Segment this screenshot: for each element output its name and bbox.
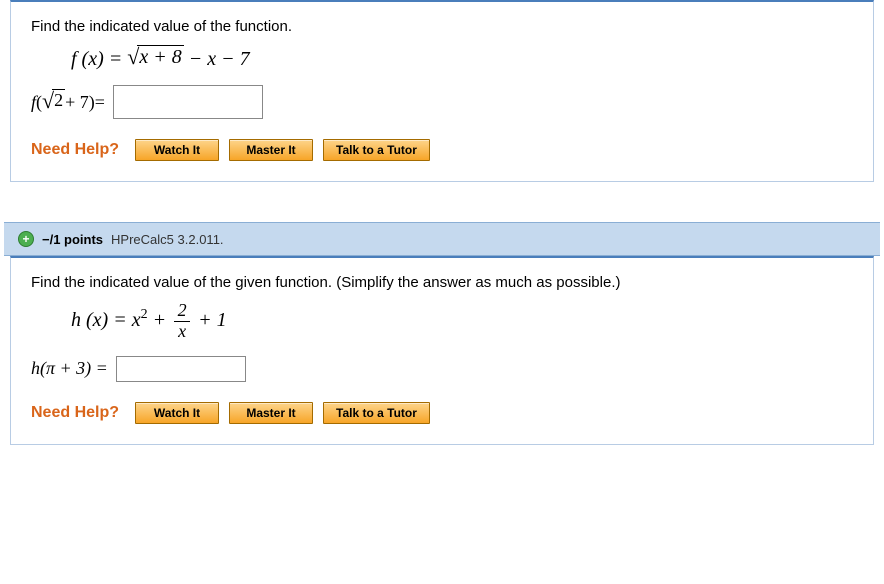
help-row-2: Need Help? Watch It Master It Talk to a …: [31, 402, 853, 424]
question-1-answer-input[interactable]: [113, 85, 263, 119]
q2-func-lhs: h (x) = x: [71, 309, 141, 331]
question-2-answer-input[interactable]: [116, 356, 246, 382]
points-label: −/1 points: [42, 232, 103, 247]
fraction-numerator: 2: [178, 301, 187, 321]
talk-to-tutor-button[interactable]: Talk to a Tutor: [323, 139, 430, 161]
question-2-prompt: Find the indicated value of the given fu…: [31, 274, 853, 291]
q1-func-lhs: f (x) =: [71, 48, 127, 70]
question-2-answer-row: h(π + 3) =: [31, 356, 853, 382]
q1-arg-sqrt: √2: [42, 89, 65, 115]
watch-it-button[interactable]: Watch It: [135, 402, 219, 424]
q2-eval-prefix: h(π + 3) =: [31, 358, 108, 379]
q1-eq: =: [95, 92, 105, 113]
sqrt-icon: √: [127, 44, 139, 70]
master-it-button[interactable]: Master It: [229, 402, 313, 424]
sqrt-expression: √x + 8: [127, 45, 183, 71]
sqrt-body: x + 8: [137, 45, 183, 69]
watch-it-button[interactable]: Watch It: [135, 139, 219, 161]
q1-arg-tail: + 7: [65, 92, 89, 113]
question-1-prompt: Find the indicated value of the function…: [31, 18, 853, 35]
q2-exponent: 2: [141, 307, 148, 322]
need-help-label: Need Help?: [31, 404, 119, 422]
fraction-denominator: x: [174, 321, 190, 342]
q2-plus: +: [148, 309, 172, 331]
help-row-1: Need Help? Watch It Master It Talk to a …: [31, 139, 853, 161]
sqrt-icon: √: [42, 88, 54, 114]
question-reference: HPreCalc5 3.2.011.: [111, 232, 224, 247]
question-1-answer-row: f ( √2 + 7 ) =: [31, 85, 853, 119]
talk-to-tutor-button[interactable]: Talk to a Tutor: [323, 402, 430, 424]
question-2-header: + −/1 points HPreCalc5 3.2.011.: [4, 222, 880, 256]
question-1-function: f (x) = √x + 8 − x − 7: [71, 45, 853, 71]
q2-func-tail: + 1: [193, 309, 227, 331]
question-2-function: h (x) = x2 + 2x + 1: [71, 301, 853, 342]
expand-icon[interactable]: +: [18, 231, 34, 247]
need-help-label: Need Help?: [31, 141, 119, 159]
fraction: 2x: [174, 301, 190, 342]
question-2: Find the indicated value of the given fu…: [10, 256, 874, 445]
master-it-button[interactable]: Master It: [229, 139, 313, 161]
q1-func-tail: − x − 7: [184, 48, 250, 70]
question-1: Find the indicated value of the function…: [10, 0, 874, 182]
